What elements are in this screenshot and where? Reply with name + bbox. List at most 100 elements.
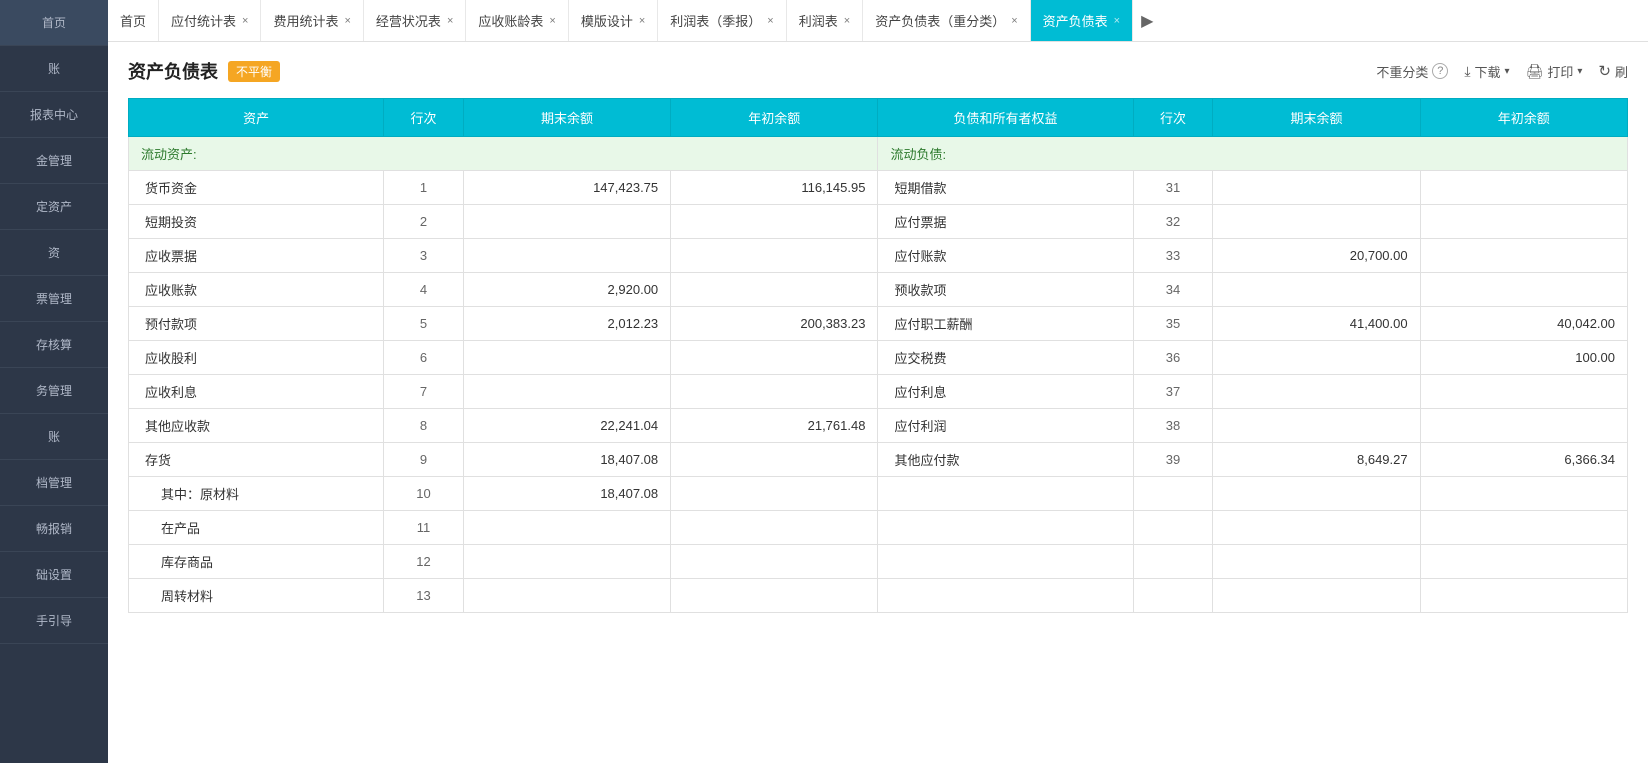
cell-begin-balance (671, 443, 878, 477)
cell-end-balance (463, 375, 670, 409)
tab-close-payable-stats[interactable]: × (242, 15, 248, 27)
sidebar-item-account[interactable]: 账 (0, 46, 108, 92)
table-row[interactable]: 短期投资 2 应付票据 32 (129, 205, 1628, 239)
cell-end-balance (463, 579, 670, 613)
cell-begin-balance2 (1420, 545, 1627, 579)
cell-end-balance (463, 239, 670, 273)
tab-receivable-aging[interactable]: 应收账龄表 × (466, 0, 568, 42)
tab-close-expense-stats[interactable]: × (344, 15, 350, 27)
table-row[interactable]: 应收票据 3 应付账款 33 20,700.00 (129, 239, 1628, 273)
sidebar-item-ledger[interactable]: 账 (0, 414, 108, 460)
cell-rownum: 6 (384, 341, 464, 375)
tab-profit[interactable]: 利润表 × (787, 0, 863, 42)
cell-liability: 应付利息 (878, 375, 1133, 409)
cell-liability (878, 579, 1133, 613)
cell-rownum: 7 (384, 375, 464, 409)
cell-liability (878, 477, 1133, 511)
tab-balance-reclassify[interactable]: 资产负债表（重分类） × (863, 0, 1030, 42)
cell-rownum2: 35 (1133, 307, 1213, 341)
sidebar-item-reports[interactable]: 报表中心 (0, 92, 108, 138)
sidebar-item-home[interactable]: 首页 (0, 0, 108, 46)
header-rownum2: 行次 (1133, 99, 1213, 137)
sidebar-item-settings[interactable]: 础设置 (0, 552, 108, 598)
table-row[interactable]: 库存商品 12 (129, 545, 1628, 579)
tab-scroll-right[interactable]: ▶ (1133, 11, 1161, 31)
tab-profit-quarterly[interactable]: 利润表（季报） × (658, 0, 786, 42)
table-row[interactable]: 应收利息 7 应付利息 37 (129, 375, 1628, 409)
header-end-balance2: 期末余额 (1213, 99, 1420, 137)
cell-begin-balance: 200,383.23 (671, 307, 878, 341)
tab-balance[interactable]: 资产负债表 × (1031, 0, 1133, 42)
cell-liability (878, 545, 1133, 579)
page-header-right: 不重分类 ? ⤓ 下载 ▾ 🖨 打印 ▾ ↻ 刷 (1376, 62, 1628, 81)
header-begin-balance2: 年初余额 (1420, 99, 1627, 137)
sidebar-item-archive[interactable]: 档管理 (0, 460, 108, 506)
section-right-label: 流动负债: (878, 137, 1628, 171)
table-row[interactable]: 应收股利 6 应交税费 36 100.00 (129, 341, 1628, 375)
cell-end-balance: 18,407.08 (463, 477, 670, 511)
not-reclassify-button[interactable]: 不重分类 ? (1376, 62, 1448, 81)
sidebar-item-investment[interactable]: 资 (0, 230, 108, 276)
cell-begin-balance2 (1420, 205, 1627, 239)
cell-end-balance (463, 545, 670, 579)
print-button[interactable]: 🖨 打印 ▾ (1526, 62, 1583, 81)
cell-rownum2: 38 (1133, 409, 1213, 443)
cell-begin-balance2 (1420, 409, 1627, 443)
tab-close-balance-reclassify[interactable]: × (1011, 15, 1017, 27)
tab-home[interactable]: 首页 (108, 0, 159, 42)
header-end-balance: 期末余额 (463, 99, 670, 137)
table-row[interactable]: 存货 9 18,407.08 其他应付款 39 8,649.27 6,366.3… (129, 443, 1628, 477)
tab-close-receivable-aging[interactable]: × (549, 15, 555, 27)
help-icon[interactable]: ? (1432, 63, 1448, 79)
sidebar-item-inventory[interactable]: 存核算 (0, 322, 108, 368)
cell-begin-balance2 (1420, 511, 1627, 545)
cell-rownum2 (1133, 511, 1213, 545)
cell-end-balance (463, 511, 670, 545)
tab-close-operations[interactable]: × (447, 15, 453, 27)
table-row[interactable]: 其中：原材料 10 18,407.08 (129, 477, 1628, 511)
cell-asset: 应收股利 (129, 341, 384, 375)
header-liability: 负债和所有者权益 (878, 99, 1133, 137)
download-icon: ⤓ (1464, 63, 1470, 80)
sidebar-item-guide[interactable]: 手引导 (0, 598, 108, 644)
cell-asset: 库存商品 (129, 545, 384, 579)
cell-end-balance (463, 205, 670, 239)
sidebar-item-fixed-asset[interactable]: 定资产 (0, 184, 108, 230)
refresh-button[interactable]: ↻ 刷 (1598, 62, 1628, 81)
table-row[interactable]: 货币资金 1 147,423.75 116,145.95 短期借款 31 (129, 171, 1628, 205)
sidebar-item-ticket[interactable]: 票管理 (0, 276, 108, 322)
balance-table: 资产 行次 期末余额 年初余额 负债和所有者权益 行次 期末余额 年初余额 流动… (128, 98, 1628, 613)
sidebar-item-business[interactable]: 务管理 (0, 368, 108, 414)
table-row[interactable]: 预付款项 5 2,012.23 200,383.23 应付职工薪酬 35 41,… (129, 307, 1628, 341)
sidebar-item-fund[interactable]: 金管理 (0, 138, 108, 184)
cell-asset: 周转材料 (129, 579, 384, 613)
download-button[interactable]: ⤓ 下载 ▾ (1464, 62, 1509, 81)
tab-close-profit[interactable]: × (844, 15, 850, 27)
download-chevron-icon: ▾ (1505, 66, 1510, 77)
table-section-row: 流动资产: 流动负债: (129, 137, 1628, 171)
cell-rownum: 9 (384, 443, 464, 477)
table-row[interactable]: 其他应收款 8 22,241.04 21,761.48 应付利润 38 (129, 409, 1628, 443)
table-row[interactable]: 周转材料 13 (129, 579, 1628, 613)
tab-close-profit-quarterly[interactable]: × (767, 15, 773, 27)
cell-end-balance: 2,920.00 (463, 273, 670, 307)
cell-end-balance2 (1213, 273, 1420, 307)
cell-liability: 应付利润 (878, 409, 1133, 443)
table-row[interactable]: 应收账款 4 2,920.00 预收款项 34 (129, 273, 1628, 307)
cell-begin-balance (671, 239, 878, 273)
cell-liability (878, 511, 1133, 545)
tab-payable-stats[interactable]: 应付统计表 × (159, 0, 261, 42)
tab-close-template-design[interactable]: × (639, 15, 645, 27)
table-row[interactable]: 在产品 11 (129, 511, 1628, 545)
cell-begin-balance (671, 341, 878, 375)
refresh-icon: ↻ (1598, 62, 1611, 80)
sidebar-item-expense[interactable]: 畅报销 (0, 506, 108, 552)
tab-operations[interactable]: 经营状况表 × (364, 0, 466, 42)
tab-expense-stats[interactable]: 费用统计表 × (261, 0, 363, 42)
tab-template-design[interactable]: 模版设计 × (569, 0, 658, 42)
cell-rownum: 5 (384, 307, 464, 341)
cell-end-balance2 (1213, 375, 1420, 409)
cell-end-balance: 147,423.75 (463, 171, 670, 205)
tab-close-balance[interactable]: × (1114, 15, 1120, 27)
cell-begin-balance2: 6,366.34 (1420, 443, 1627, 477)
